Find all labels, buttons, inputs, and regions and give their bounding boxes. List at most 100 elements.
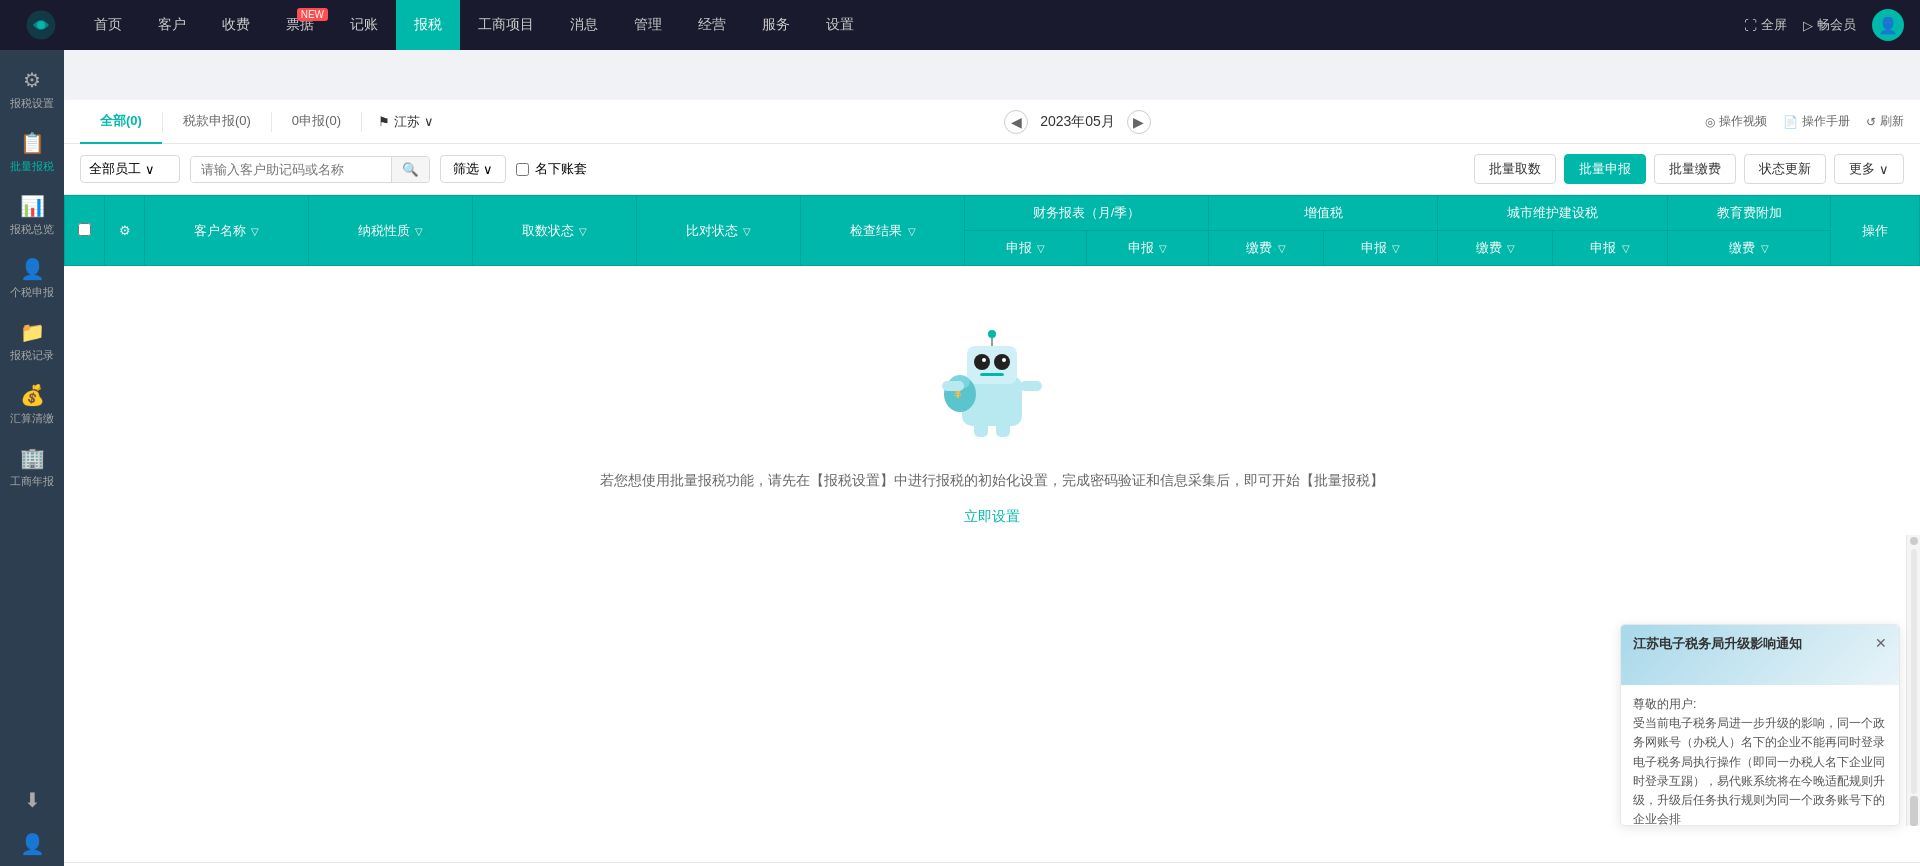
sidebar-item-download[interactable]: ⬇: [0, 778, 64, 822]
notif-greeting: 尊敬的用户:: [1633, 695, 1887, 714]
th-edu-declare: 申报 ▽: [1553, 231, 1668, 266]
nav-item-tax[interactable]: 报税: [396, 0, 460, 50]
vip-btn[interactable]: ▷ 畅会员: [1803, 16, 1856, 34]
svg-rect-8: [980, 373, 1004, 376]
svg-point-1: [37, 21, 45, 29]
th-vat-declare: 申报 ▽: [1087, 231, 1209, 266]
empty-robot: ¥: [932, 326, 1052, 446]
nav-item-accounting[interactable]: 记账: [332, 0, 396, 50]
tab-zero-declare[interactable]: 0申报 ( 0 ): [272, 100, 361, 144]
filter-icon[interactable]: ▽: [1392, 243, 1400, 254]
nav-item-operation[interactable]: 经营: [680, 0, 744, 50]
nav-item-service[interactable]: 服务: [744, 0, 808, 50]
th-compare-status: 比对状态 ▽: [637, 196, 801, 266]
sidebar-item-tax-overview[interactable]: 📊 报税总览: [0, 184, 64, 247]
horizontal-scrollbar[interactable]: ◀: [64, 862, 1920, 866]
nav-item-management[interactable]: 管理: [616, 0, 680, 50]
filter-icon[interactable]: ▽: [1761, 243, 1769, 254]
scroll-down-thumb[interactable]: [1910, 796, 1918, 826]
sidebar-item-batch-tax[interactable]: 📋 批量报税: [0, 121, 64, 184]
filter-icon[interactable]: ▽: [743, 226, 751, 237]
employee-select[interactable]: 全部员工 ∨: [80, 155, 180, 183]
filter-icon[interactable]: ▽: [1507, 243, 1515, 254]
filter-icon[interactable]: ▽: [251, 226, 259, 237]
setup-link[interactable]: 立即设置: [964, 502, 1020, 530]
svg-point-4: [974, 354, 990, 370]
svg-point-7: [1002, 358, 1006, 362]
th-urban-pay: 缴费 ▽: [1438, 231, 1553, 266]
search-button[interactable]: 🔍: [391, 157, 429, 182]
current-month: 2023年05月: [1040, 113, 1115, 131]
filter-icon[interactable]: ▽: [415, 226, 423, 237]
province-selector[interactable]: ⚑ 江苏 ∨: [362, 113, 450, 131]
svg-rect-3: [967, 346, 1017, 384]
svg-point-6: [982, 358, 986, 362]
tax-records-icon: 📁: [20, 320, 45, 344]
th-customer-name: 客户名称 ▽: [145, 196, 309, 266]
nav-item-invoice[interactable]: 票据 NEW: [268, 0, 332, 50]
logo[interactable]: [16, 0, 66, 50]
svg-point-17: [988, 330, 996, 338]
svg-rect-12: [942, 381, 964, 391]
th-operation: 操作: [1830, 196, 1919, 266]
nav-items: 首页 客户 收费 票据 NEW 记账 报税 工商项目 消息 管理 经营 服务 设…: [76, 0, 1744, 50]
sidebar-item-tax-settings[interactable]: ⚙ 报税设置: [0, 58, 64, 121]
th-fetch-status: 取数状态 ▽: [473, 196, 637, 266]
select-all-checkbox[interactable]: [78, 223, 91, 236]
nav-item-customer[interactable]: 客户: [140, 0, 204, 50]
empty-state: ¥: [65, 266, 1920, 590]
account-checkbox-label[interactable]: 名下账套: [516, 160, 587, 178]
filter-btn[interactable]: 筛选 ∨: [440, 155, 506, 183]
sidebar-item-annual-report[interactable]: 🏢 工商年报: [0, 436, 64, 499]
account-checkbox[interactable]: [516, 163, 529, 176]
tabs-right: ◎ 操作视频 📄 操作手册 ↺ 刷新: [1705, 113, 1904, 130]
svg-point-5: [994, 354, 1010, 370]
avatar[interactable]: 👤: [1872, 9, 1904, 41]
annual-report-icon: 🏢: [20, 446, 45, 470]
th-settings[interactable]: ⚙: [105, 196, 145, 266]
scroll-up-thumb[interactable]: [1910, 537, 1918, 545]
notif-close-btn[interactable]: ✕: [1875, 635, 1887, 651]
batch-fetch-btn[interactable]: 批量取数: [1474, 154, 1556, 184]
tab-all[interactable]: 全部 ( 0 ): [80, 100, 162, 144]
sidebar-bottom: ⬇ 👤: [0, 778, 64, 866]
sidebar-item-tax-records[interactable]: 📁 报税记录: [0, 310, 64, 373]
tabs-bar: 全部 ( 0 ) 税款申报 ( 0 ) 0申报 ( 0 ) ⚑ 江苏 ∨ ◀ 2…: [64, 100, 1920, 144]
fullscreen-btn[interactable]: ⛶ 全屏: [1744, 16, 1787, 34]
more-btn[interactable]: 更多 ∨: [1834, 154, 1904, 184]
sidebar-item-profile[interactable]: 👤: [0, 822, 64, 866]
next-month-btn[interactable]: ▶: [1127, 110, 1151, 134]
right-scrollbar[interactable]: [1906, 535, 1920, 826]
th-vat-pay: 缴费 ▽: [1208, 231, 1323, 266]
nav-item-industrial[interactable]: 工商项目: [460, 0, 552, 50]
nav-item-home[interactable]: 首页: [76, 0, 140, 50]
svg-rect-14: [974, 421, 988, 437]
new-badge: NEW: [297, 8, 328, 21]
filter-icon[interactable]: ▽: [1159, 243, 1167, 254]
sidebar-item-settlement[interactable]: 💰 汇算清缴: [0, 373, 64, 436]
batch-declare-btn[interactable]: 批量申报: [1564, 154, 1646, 184]
filter-icon[interactable]: ▽: [1037, 243, 1045, 254]
filter-icon[interactable]: ▽: [1278, 243, 1286, 254]
nav-item-billing[interactable]: 收费: [204, 0, 268, 50]
th-checkbox[interactable]: [65, 196, 105, 266]
search-input[interactable]: [191, 157, 391, 182]
refresh-btn[interactable]: ↺ 刷新: [1866, 113, 1904, 130]
nav-item-settings[interactable]: 设置: [808, 0, 872, 50]
th-check-result: 检查结果 ▽: [801, 196, 965, 266]
tab-tax-declare[interactable]: 税款申报 ( 0 ): [163, 100, 271, 144]
prev-month-btn[interactable]: ◀: [1004, 110, 1028, 134]
nav-item-message[interactable]: 消息: [552, 0, 616, 50]
notif-body: 尊敬的用户: 受当前电子税务局进一步升级的影响，同一个政务网账号（办税人）名下的…: [1621, 685, 1899, 825]
operation-video-btn[interactable]: ◎ 操作视频: [1705, 113, 1767, 130]
notification-panel: 江苏电子税务局升级影响通知 ✕ 尊敬的用户: 受当前电子税务局进一步升级的影响，…: [1620, 624, 1900, 826]
operation-manual-btn[interactable]: 📄 操作手册: [1783, 113, 1850, 130]
filter-icon[interactable]: ▽: [579, 226, 587, 237]
top-nav: 首页 客户 收费 票据 NEW 记账 报税 工商项目 消息 管理 经营 服务 设…: [0, 0, 1920, 50]
batch-pay-btn[interactable]: 批量缴费: [1654, 154, 1736, 184]
empty-message: 若您想使用批量报税功能，请先在【报税设置】中进行报税的初始化设置，完成密码验证和…: [600, 466, 1384, 494]
status-update-btn[interactable]: 状态更新: [1744, 154, 1826, 184]
filter-icon[interactable]: ▽: [1622, 243, 1630, 254]
sidebar-item-personal-tax[interactable]: 👤 个税申报: [0, 247, 64, 310]
filter-icon[interactable]: ▽: [908, 226, 916, 237]
